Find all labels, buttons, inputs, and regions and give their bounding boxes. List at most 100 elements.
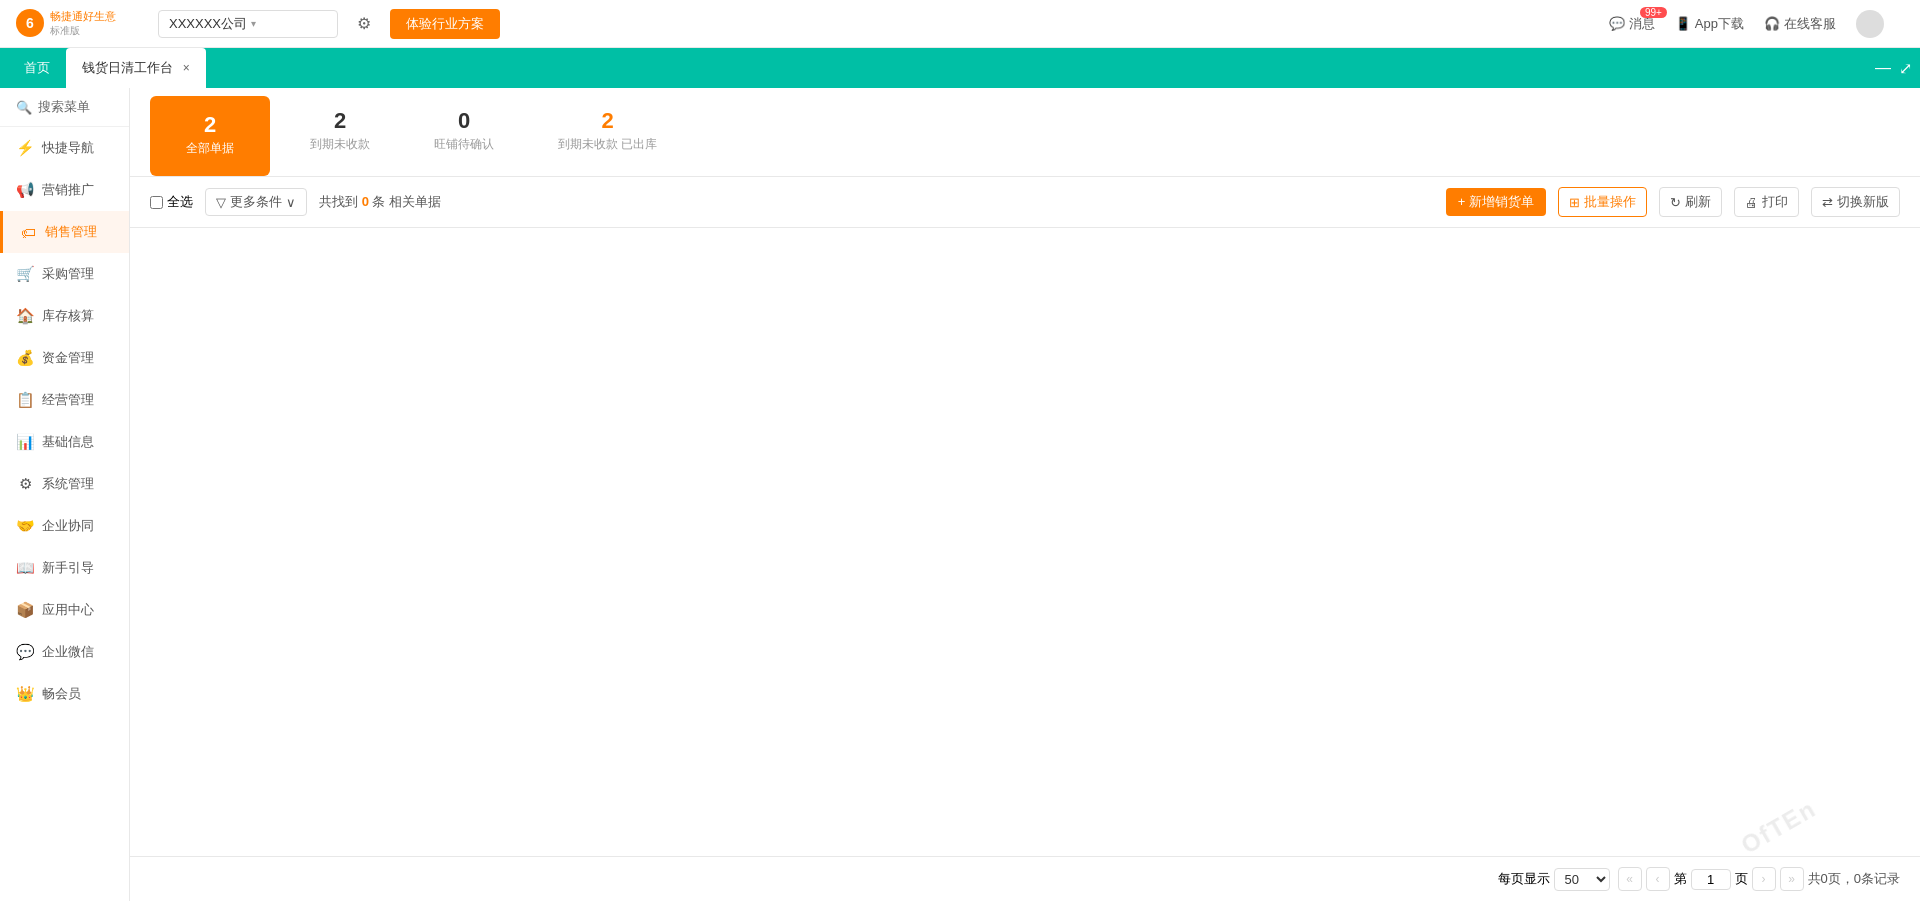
logo-badge: 标准版 — [50, 24, 116, 38]
sidebar-label-purchase: 采购管理 — [42, 265, 94, 283]
search-label: 搜索菜单 — [38, 98, 90, 116]
shipped-count: 2 — [602, 108, 614, 134]
page-size-selector: 每页显示 50 100 200 — [1498, 868, 1610, 891]
logo-icon: 6 — [16, 9, 44, 37]
filter-label: 更多条件 — [230, 193, 282, 211]
operations-icon: 📋 — [16, 391, 34, 409]
online-service-icon: 🎧 — [1764, 16, 1780, 31]
summary-cards: 2 全部单据 2 到期未收款 0 旺铺待确认 2 到期未收款 已出库 — [130, 88, 1920, 177]
sidebar-label-operations: 经营管理 — [42, 391, 94, 409]
sidebar-label-capital: 资金管理 — [42, 349, 94, 367]
refresh-label: 刷新 — [1685, 193, 1711, 211]
active-tab-label: 钱货日清工作台 — [82, 60, 173, 75]
sidebar-item-purchase[interactable]: 🛒 采购管理 — [0, 253, 129, 295]
refresh-button[interactable]: ↻ 刷新 — [1659, 187, 1722, 217]
sidebar-item-enterprise-wx[interactable]: 💬 企业微信 — [0, 631, 129, 673]
add-sales-order-button[interactable]: + 新增销货单 — [1446, 188, 1546, 216]
print-icon: 🖨 — [1745, 195, 1758, 210]
total-info: 共0页，0条记录 — [1808, 870, 1900, 888]
sidebar-item-capital[interactable]: 💰 资金管理 — [0, 337, 129, 379]
found-unit: 条 — [372, 194, 385, 209]
next-page-button[interactable]: › — [1752, 867, 1776, 891]
logo-text: 畅捷通好生意 — [50, 9, 116, 23]
main-layout: 🔍 搜索菜单 ⚡ 快捷导航 📢 营销推广 🏷 销售管理 🛒 采购管理 🏠 库存核… — [0, 88, 1920, 901]
avatar[interactable] — [1856, 10, 1884, 38]
sidebar-item-marketing[interactable]: 📢 营销推广 — [0, 169, 129, 211]
wangpu-label: 旺铺待确认 — [434, 136, 494, 153]
nav-tab-expand: — ⤢ — [1875, 59, 1912, 78]
sidebar-label-marketing: 营销推广 — [42, 181, 94, 199]
pagination-bar: 每页显示 50 100 200 « ‹ 第 页 › » 共0页，0条记录 — [130, 856, 1920, 901]
batch-operation-button[interactable]: ⊞ 批量操作 — [1558, 187, 1647, 217]
select-all-checkbox[interactable]: 全选 — [150, 193, 193, 211]
filter-button[interactable]: ▽ 更多条件 ∨ — [205, 188, 307, 216]
print-label: 打印 — [1762, 193, 1788, 211]
marketing-icon: 📢 — [16, 181, 34, 199]
online-service-button[interactable]: 🎧 在线客服 — [1764, 15, 1836, 33]
sidebar-item-cooperation[interactable]: 🤝 企业协同 — [0, 505, 129, 547]
sidebar-item-sales[interactable]: 🏷 销售管理 — [0, 211, 129, 253]
switch-label: 切换新版 — [1837, 193, 1889, 211]
messages-button[interactable]: 💬 消息 99+ — [1609, 15, 1655, 33]
wangpu-count: 0 — [458, 108, 470, 134]
sidebar-item-inventory[interactable]: 🏠 库存核算 — [0, 295, 129, 337]
summary-card-overdue[interactable]: 2 到期未收款 — [278, 88, 402, 176]
summary-card-shipped[interactable]: 2 到期未收款 已出库 — [526, 88, 689, 176]
toolbar-right: + 新增销货单 ⊞ 批量操作 ↻ 刷新 🖨 打印 ⇄ 切换新版 — [1446, 187, 1900, 217]
system-icon: ⚙ — [16, 475, 34, 493]
first-page-button[interactable]: « — [1618, 867, 1642, 891]
message-icon: 💬 — [1609, 16, 1625, 31]
minimize-icon[interactable]: — — [1875, 59, 1891, 77]
settings-button[interactable]: ⚙ — [350, 10, 378, 38]
found-count: 0 — [362, 194, 369, 209]
sales-icon: 🏷 — [19, 223, 37, 241]
purchase-icon: 🛒 — [16, 265, 34, 283]
company-name: XXXXXX公司 — [169, 15, 247, 33]
sidebar-item-app-center[interactable]: 📦 应用中心 — [0, 589, 129, 631]
inventory-icon: 🏠 — [16, 307, 34, 325]
prev-page-button[interactable]: ‹ — [1646, 867, 1670, 891]
sidebar-item-guide[interactable]: 📖 新手引导 — [0, 547, 129, 589]
filter-chevron-icon: ∨ — [286, 195, 296, 210]
app-download-label: App下载 — [1695, 15, 1744, 33]
last-page-button[interactable]: » — [1780, 867, 1804, 891]
messages-badge: 99+ — [1640, 7, 1667, 18]
checkbox-input[interactable] — [150, 196, 163, 209]
switch-version-button[interactable]: ⇄ 切换新版 — [1811, 187, 1900, 217]
sidebar-item-operations[interactable]: 📋 经营管理 — [0, 379, 129, 421]
batch-icon: ⊞ — [1569, 195, 1580, 210]
toolbar-left: 全选 ▽ 更多条件 ∨ 共找到 0 条 相关单据 — [150, 188, 1434, 216]
summary-card-all[interactable]: 2 全部单据 — [150, 96, 270, 176]
content-area: 2 全部单据 2 到期未收款 0 旺铺待确认 2 到期未收款 已出库 全选 — [130, 88, 1920, 901]
print-button[interactable]: 🖨 打印 — [1734, 187, 1799, 217]
app-download-button[interactable]: 📱 App下载 — [1675, 15, 1744, 33]
per-page-select[interactable]: 50 100 200 — [1554, 868, 1610, 891]
expand-icon[interactable]: ⤢ — [1899, 59, 1912, 78]
summary-card-wangpu[interactable]: 0 旺铺待确认 — [402, 88, 526, 176]
select-all-label: 全选 — [167, 193, 193, 211]
company-selector[interactable]: XXXXXX公司 ▾ — [158, 10, 338, 38]
sidebar-label-enterprise-wx: 企业微信 — [42, 643, 94, 661]
sidebar-search[interactable]: 🔍 搜索菜单 — [0, 88, 129, 127]
batch-label: 批量操作 — [1584, 193, 1636, 211]
top-bar: 6 畅捷通好生意 标准版 XXXXXX公司 ▾ ⚙ 体验行业方案 💬 消息 99… — [0, 0, 1920, 48]
trial-button[interactable]: 体验行业方案 — [390, 9, 500, 39]
online-service-label: 在线客服 — [1784, 15, 1836, 33]
empty-table-area — [130, 228, 1920, 856]
sidebar-label-basic-info: 基础信息 — [42, 433, 94, 451]
page-number-input[interactable] — [1691, 869, 1731, 890]
page-suffix: 页 — [1735, 870, 1748, 888]
tab-close-icon[interactable]: × — [183, 61, 190, 75]
tab-active[interactable]: 钱货日清工作台 × — [66, 48, 206, 88]
guide-icon: 📖 — [16, 559, 34, 577]
tab-home[interactable]: 首页 — [8, 48, 66, 88]
sidebar-item-member[interactable]: 👑 畅会员 — [0, 673, 129, 715]
sidebar-item-system[interactable]: ⚙ 系统管理 — [0, 463, 129, 505]
sidebar-item-basic-info[interactable]: 📊 基础信息 — [0, 421, 129, 463]
sidebar-item-quick-nav[interactable]: ⚡ 快捷导航 — [0, 127, 129, 169]
page-nav: « ‹ 第 页 › » 共0页，0条记录 — [1618, 867, 1900, 891]
found-text: 共找到 0 条 相关单据 — [319, 193, 441, 211]
search-icon: 🔍 — [16, 100, 32, 115]
basic-info-icon: 📊 — [16, 433, 34, 451]
switch-icon: ⇄ — [1822, 195, 1833, 210]
